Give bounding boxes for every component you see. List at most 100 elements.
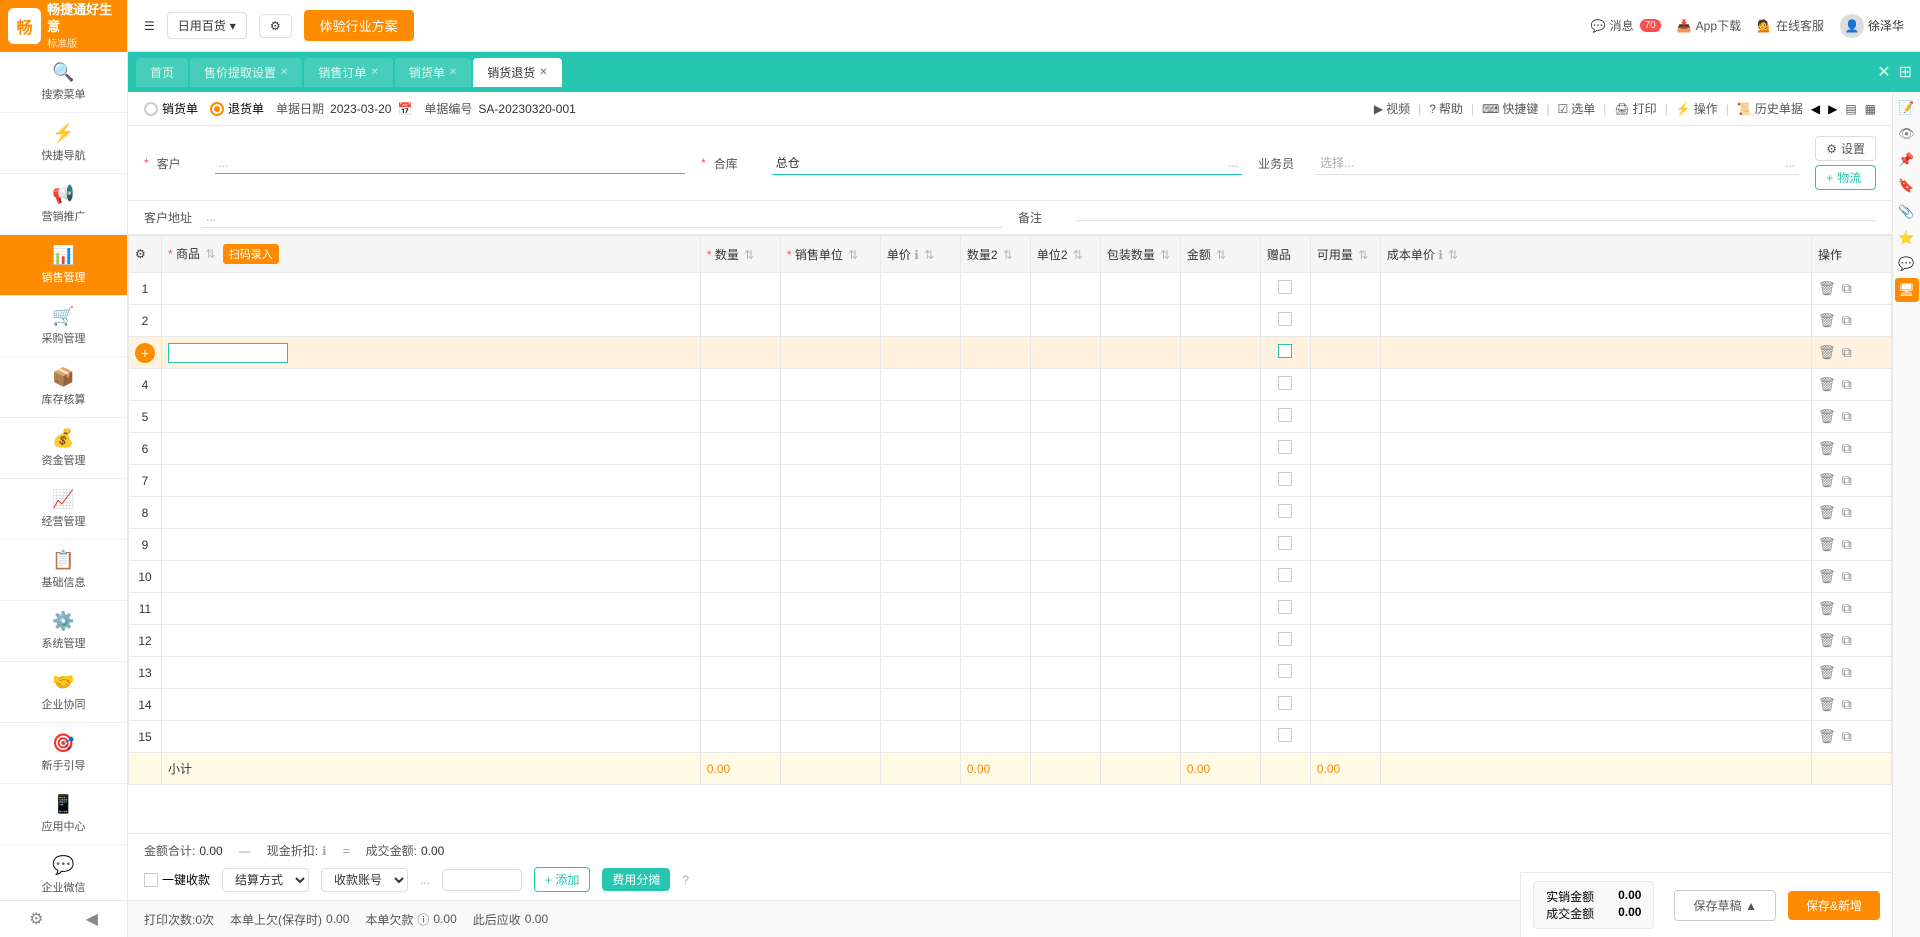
delete-icon[interactable]: 🗑 bbox=[1818, 344, 1836, 361]
video-btn[interactable]: ▶ 视频 bbox=[1374, 100, 1410, 117]
copy-icon[interactable]: ⧉ bbox=[1842, 664, 1852, 681]
quantity2-cell[interactable] bbox=[960, 273, 1030, 305]
copy-icon[interactable]: ⧉ bbox=[1842, 696, 1852, 713]
sidebar-item-inventory[interactable]: 📦 库存核算 bbox=[0, 357, 127, 418]
pack-qty-cell[interactable] bbox=[1100, 337, 1180, 369]
add-row-button[interactable]: + bbox=[135, 343, 155, 363]
select-btn[interactable]: ☑ 选单 bbox=[1558, 100, 1596, 117]
product-input[interactable] bbox=[168, 343, 288, 363]
product-cell[interactable] bbox=[162, 305, 701, 337]
copy-icon[interactable]: ⧉ bbox=[1842, 600, 1852, 617]
customer-input[interactable]: ... bbox=[215, 153, 685, 174]
logistics-button[interactable]: + 物流 bbox=[1815, 165, 1876, 190]
right-icon-1[interactable]: 📝 bbox=[1895, 96, 1919, 120]
view-toggle-grid[interactable]: ▦ bbox=[1865, 102, 1876, 116]
sidebar-item-operations[interactable]: 📈 经营管理 bbox=[0, 479, 127, 540]
fee-help-icon[interactable]: ? bbox=[682, 873, 689, 887]
tab-price-close-icon[interactable]: ✕ bbox=[280, 67, 288, 78]
quantity-cell[interactable] bbox=[700, 337, 780, 369]
delete-icon[interactable]: 🗑 bbox=[1818, 408, 1836, 425]
right-icon-5[interactable]: 📎 bbox=[1895, 200, 1919, 224]
quantity2-cell[interactable] bbox=[960, 305, 1030, 337]
unit-price-info-icon[interactable]: ℹ bbox=[914, 248, 919, 262]
quantity-cell[interactable] bbox=[700, 273, 780, 305]
cash-discount-info-icon[interactable]: ℹ bbox=[322, 844, 327, 858]
copy-icon[interactable]: ⧉ bbox=[1842, 344, 1852, 361]
view-toggle-list[interactable]: ▤ bbox=[1845, 102, 1856, 116]
print-btn[interactable]: 🖨 打印 bbox=[1614, 100, 1656, 117]
delete-icon[interactable]: 🗑 bbox=[1818, 632, 1836, 649]
delete-icon[interactable]: 🗑 bbox=[1818, 280, 1836, 297]
tab-home[interactable]: 首页 bbox=[136, 58, 188, 87]
cost-price-info-icon[interactable]: ℹ bbox=[1438, 248, 1443, 262]
unit-price-cell[interactable] bbox=[880, 337, 960, 369]
right-icon-4[interactable]: 🔖 bbox=[1895, 174, 1919, 198]
sidebar-item-appstore[interactable]: 📱 应用中心 bbox=[0, 784, 127, 845]
tab-return-close-icon[interactable]: ✕ bbox=[539, 67, 547, 78]
sidebar-item-basic[interactable]: 📋 基础信息 bbox=[0, 540, 127, 601]
amount-cell[interactable] bbox=[1180, 337, 1260, 369]
right-icon-6[interactable]: ⭐ bbox=[1895, 226, 1919, 250]
settings-button[interactable]: ⚙ 设置 bbox=[1815, 136, 1876, 161]
copy-icon[interactable]: ⧉ bbox=[1842, 568, 1852, 585]
gift-cell[interactable] bbox=[1260, 273, 1310, 305]
sales-unit-cell[interactable] bbox=[780, 305, 880, 337]
copy-icon[interactable]: ⧉ bbox=[1842, 632, 1852, 649]
gift-cell[interactable] bbox=[1260, 337, 1310, 369]
category-selector[interactable]: 日用百货 ▾ bbox=[167, 12, 247, 39]
copy-icon[interactable]: ⧉ bbox=[1842, 728, 1852, 745]
search-menu-button[interactable]: ☰ bbox=[144, 19, 155, 33]
remarks-input[interactable] bbox=[1076, 214, 1876, 221]
sidebar-item-finance[interactable]: 💰 资金管理 bbox=[0, 418, 127, 479]
sidebar-item-sales[interactable]: 📊 销售管理 bbox=[0, 235, 127, 296]
sales-unit-cell[interactable] bbox=[780, 337, 880, 369]
available-cell[interactable] bbox=[1310, 337, 1380, 369]
sidebar-item-shortcut[interactable]: ⚡ 快捷导航 bbox=[0, 113, 127, 174]
sidebar-item-search[interactable]: 🔍 搜索菜单 bbox=[0, 52, 127, 113]
unit2-cell[interactable] bbox=[1030, 273, 1100, 305]
history-btn[interactable]: 📜 历史单据 bbox=[1737, 100, 1803, 117]
cost-price-cell[interactable] bbox=[1380, 337, 1811, 369]
prev-history-icon[interactable]: ◀ bbox=[1811, 102, 1820, 116]
salesperson-input[interactable]: 选择... ... bbox=[1316, 151, 1799, 175]
online-service-button[interactable]: 💁 在线客服 bbox=[1757, 17, 1824, 34]
tab-sales-order[interactable]: 销售订单 ✕ bbox=[304, 58, 392, 87]
message-button[interactable]: 💬 消息 70 bbox=[1591, 17, 1661, 34]
tab-sales-delivery[interactable]: 销货单 ✕ bbox=[395, 58, 471, 87]
sidebar-item-newbie[interactable]: 🎯 新手引导 bbox=[0, 723, 127, 784]
tab-close-all-icon[interactable]: ✕ bbox=[1877, 62, 1890, 82]
delete-icon[interactable]: 🗑 bbox=[1818, 504, 1836, 521]
copy-icon[interactable]: ⧉ bbox=[1842, 408, 1852, 425]
right-icon-3[interactable]: 📌 bbox=[1895, 148, 1919, 172]
credit-circle-icon[interactable]: ⓘ bbox=[417, 911, 429, 928]
delete-icon[interactable]: 🗑 bbox=[1818, 728, 1836, 745]
sales-unit-cell[interactable] bbox=[780, 273, 880, 305]
radio-delivery[interactable]: 销货单 bbox=[144, 100, 198, 117]
collapse-icon[interactable]: ◀ bbox=[86, 909, 98, 929]
add-button[interactable]: + 添加 bbox=[534, 867, 590, 892]
th-gear[interactable]: ⚙ bbox=[129, 236, 162, 273]
unit2-cell[interactable] bbox=[1030, 305, 1100, 337]
delete-icon[interactable]: 🗑 bbox=[1818, 376, 1836, 393]
copy-icon[interactable]: ⧉ bbox=[1842, 504, 1852, 521]
copy-icon[interactable]: ⧉ bbox=[1842, 536, 1852, 553]
settings-selector[interactable]: ⚙ bbox=[259, 14, 292, 38]
tab-price-setting[interactable]: 售价提取设置 ✕ bbox=[190, 58, 302, 87]
calendar-icon[interactable]: 📅 bbox=[397, 102, 412, 116]
user-info[interactable]: 👤 徐泽华 bbox=[1840, 14, 1904, 38]
gift-checkbox[interactable] bbox=[1278, 280, 1292, 294]
gift-checkbox[interactable] bbox=[1278, 344, 1292, 358]
save-new-button[interactable]: 保存&新增 bbox=[1788, 891, 1880, 920]
cost-price-cell[interactable] bbox=[1380, 273, 1811, 305]
delete-icon[interactable]: 🗑 bbox=[1818, 664, 1836, 681]
sidebar-item-marketing[interactable]: 📢 营销推广 bbox=[0, 174, 127, 235]
address-input[interactable]: ... bbox=[202, 207, 1002, 228]
delete-icon[interactable]: 🗑 bbox=[1818, 600, 1836, 617]
available-cell[interactable] bbox=[1310, 273, 1380, 305]
tab-expand-icon[interactable]: ⊞ bbox=[1899, 62, 1912, 82]
amount-cell[interactable] bbox=[1180, 273, 1260, 305]
delete-icon[interactable]: 🗑 bbox=[1818, 312, 1836, 329]
tab-sales-return[interactable]: 销货退货 ✕ bbox=[473, 58, 561, 87]
scan-input-button[interactable]: 扫码录入 bbox=[223, 244, 279, 264]
operate-btn[interactable]: ⚡ 操作 bbox=[1676, 100, 1718, 117]
